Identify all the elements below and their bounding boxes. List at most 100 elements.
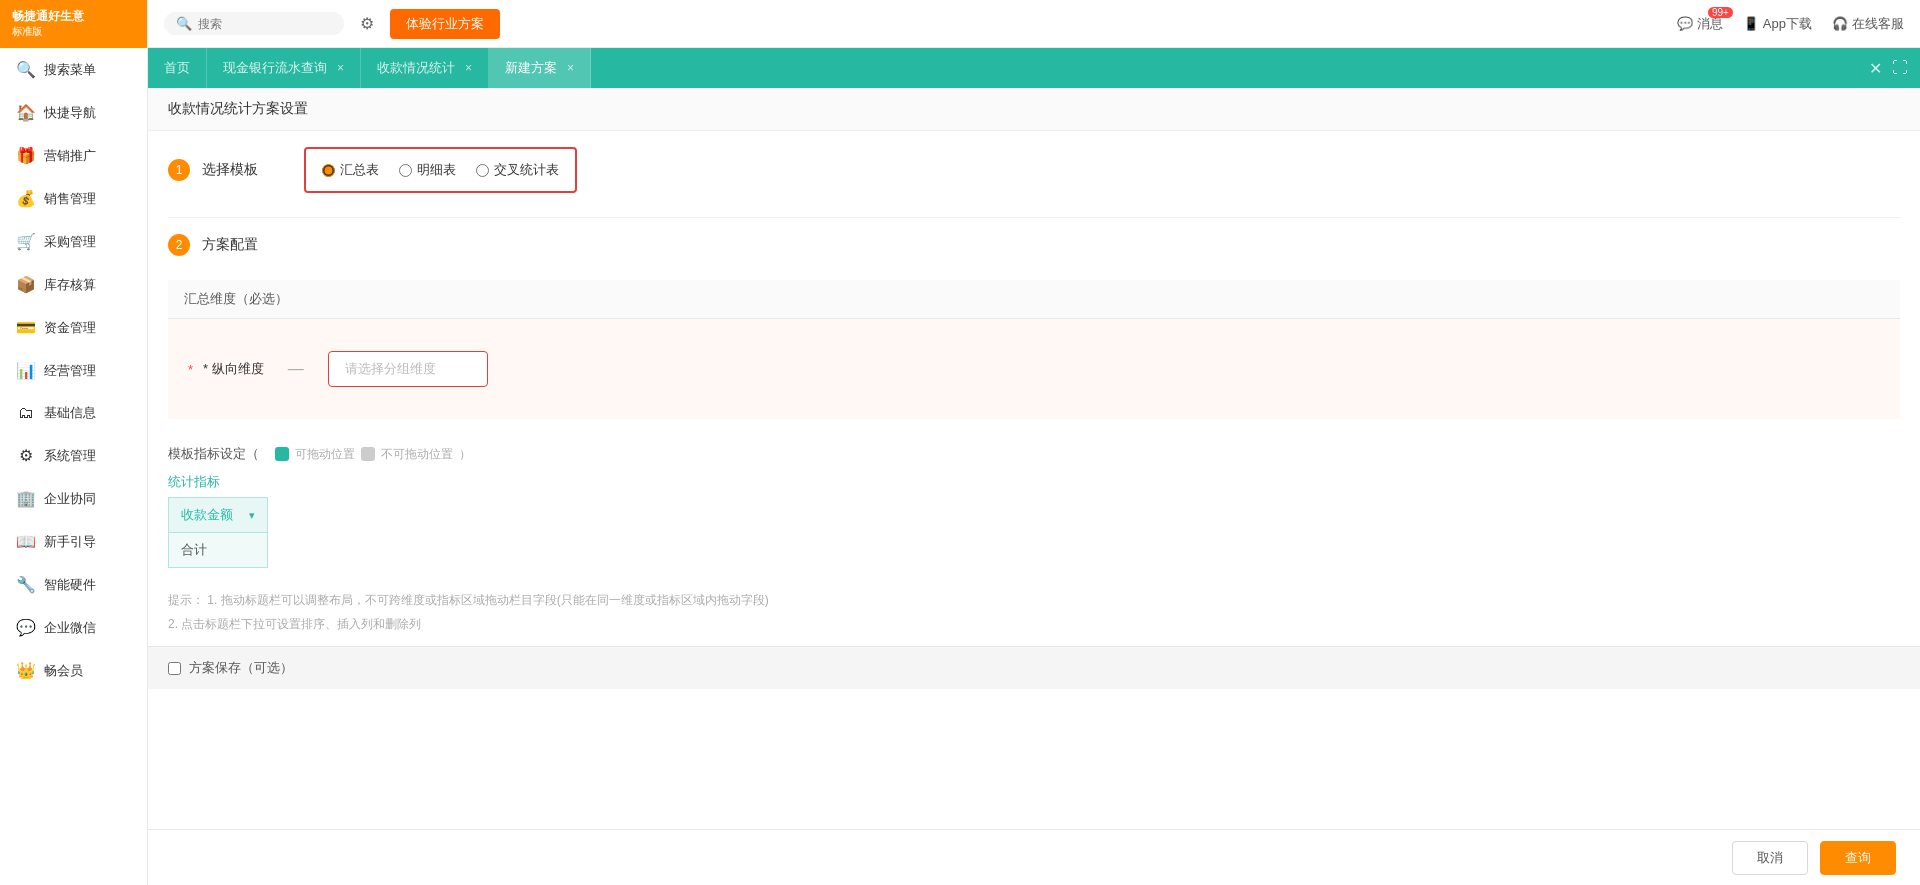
tab-stats-close[interactable]: ×: [465, 61, 472, 75]
cancel-button[interactable]: 取消: [1732, 841, 1808, 875]
tips-section: 提示： 1. 拖动标题栏可以调整布局，不可跨维度或指标区域拖动栏目字段(只能在同…: [148, 578, 1920, 646]
sales-icon: 💰: [16, 189, 36, 208]
sidebar-item-sales[interactable]: 💰 销售管理: [0, 177, 147, 220]
save-label: 方案保存（可选）: [189, 659, 293, 677]
template-summary-radio[interactable]: [322, 164, 335, 177]
topbar-right: 💬 消息 99+ 📱 App下载 🎧 在线客服: [1677, 15, 1904, 33]
metrics-section: 模板指标设定（ 可拖动位置 不可拖动位置 ） 统计指标 收款金额: [148, 435, 1920, 578]
vertical-dim-row: * * 纵向维度: [188, 360, 264, 378]
template-cross-radio[interactable]: [476, 164, 489, 177]
sidebar-item-enterprise[interactable]: 🏢 企业协同: [0, 477, 147, 520]
search-box[interactable]: 🔍: [164, 12, 344, 35]
save-checkbox[interactable]: [168, 662, 181, 675]
sidebar-item-system[interactable]: ⚙ 系统管理: [0, 434, 147, 477]
search-input[interactable]: [198, 17, 318, 31]
operations-icon: 📊: [16, 361, 36, 380]
dimension-drop-area: * * 纵向维度 — 请选择分组维度: [168, 319, 1900, 419]
non-draggable-label: 不可拖动位置: [381, 446, 453, 463]
dimension-title: 汇总维度（必选）: [184, 291, 288, 306]
template-detail-radio[interactable]: [399, 164, 412, 177]
search-menu-icon: 🔍: [16, 60, 36, 79]
gear-icon[interactable]: ⚙: [360, 14, 374, 33]
metrics-col-header[interactable]: 收款金额 ▾: [169, 498, 267, 533]
marketing-icon: 🎁: [16, 146, 36, 165]
sidebar-item-purchase[interactable]: 🛒 采购管理: [0, 220, 147, 263]
sidebar-item-member[interactable]: 👑 畅会员: [0, 649, 147, 692]
content-area: 收款情况统计方案设置 1 选择模板 汇总表 明细表: [148, 88, 1920, 829]
sidebar-item-basic-info[interactable]: 🗂 基础信息: [0, 392, 147, 434]
tab-home-label: 首页: [164, 59, 190, 77]
tab-bank-label: 现金银行流水查询: [223, 59, 327, 77]
template-cross[interactable]: 交叉统计表: [476, 161, 559, 179]
sidebar-item-label: 智能硬件: [44, 576, 96, 594]
sidebar-item-inventory[interactable]: 📦 库存核算: [0, 263, 147, 306]
logo-text: 畅捷通好生意: [12, 9, 84, 23]
tab-bank-close[interactable]: ×: [337, 61, 344, 75]
expand-tab-icon[interactable]: ⛶: [1892, 59, 1908, 77]
metrics-section-close: ）: [459, 446, 471, 463]
tips-title: 提示：: [168, 593, 204, 607]
tabbar: 首页 现金银行流水查询 × 收款情况统计 × 新建方案 × ✕ ⛶: [148, 48, 1920, 88]
template-detail[interactable]: 明细表: [399, 161, 456, 179]
tip1: 提示： 1. 拖动标题栏可以调整布局，不可跨维度或指标区域拖动栏目字段(只能在同…: [168, 588, 1900, 612]
purchase-icon: 🛒: [16, 232, 36, 251]
service-button[interactable]: 🎧 在线客服: [1832, 15, 1904, 33]
dimension-header: 汇总维度（必选）: [168, 280, 1900, 319]
message-button[interactable]: 💬 消息 99+: [1677, 15, 1723, 33]
sidebar-item-smart-hw[interactable]: 🔧 智能硬件: [0, 563, 147, 606]
tab-new-plan-label: 新建方案: [505, 59, 557, 77]
metrics-header-row: 模板指标设定（ 可拖动位置 不可拖动位置 ）: [168, 445, 1900, 463]
step2-title: 方案配置: [202, 236, 258, 254]
sidebar-item-beginner[interactable]: 📖 新手引导: [0, 520, 147, 563]
draggable-label: 可拖动位置: [295, 446, 355, 463]
template-summary[interactable]: 汇总表: [322, 161, 379, 179]
sidebar-item-label: 营销推广: [44, 147, 96, 165]
metrics-col-header-label: 收款金额: [181, 506, 233, 524]
page-title: 收款情况统计方案设置: [148, 88, 1920, 131]
service-label: 在线客服: [1852, 15, 1904, 33]
tab-bank[interactable]: 现金银行流水查询 ×: [207, 48, 361, 88]
member-icon: 👑: [16, 661, 36, 680]
template-summary-label: 汇总表: [340, 161, 379, 179]
metrics-stat-label: 统计指标: [168, 473, 1900, 491]
dimension-drop-box[interactable]: 请选择分组维度: [328, 351, 488, 387]
finance-icon: 💳: [16, 318, 36, 337]
tab-new-plan[interactable]: 新建方案 ×: [489, 48, 591, 88]
step2-section: 2 方案配置: [148, 218, 1920, 280]
query-button[interactable]: 查询: [1820, 841, 1896, 875]
step1-row: 1 选择模板 汇总表 明细表 交叉统计表: [168, 147, 1900, 193]
tab-stats[interactable]: 收款情况统计 ×: [361, 48, 489, 88]
beginner-icon: 📖: [16, 532, 36, 551]
vertical-dim-label: * 纵向维度: [203, 360, 264, 378]
sidebar-item-operations[interactable]: 📊 经营管理: [0, 349, 147, 392]
sidebar-item-label: 采购管理: [44, 233, 96, 251]
metrics-dropdown-icon[interactable]: ▾: [249, 509, 255, 522]
tab-home[interactable]: 首页: [148, 48, 207, 88]
topbar: 🔍 ⚙ 体验行业方案 💬 消息 99+ 📱 App下载 🎧 在线客服: [148, 0, 1920, 48]
tab-new-plan-close[interactable]: ×: [567, 61, 574, 75]
sidebar-item-label: 资金管理: [44, 319, 96, 337]
step1-section: 1 选择模板 汇总表 明细表 交叉统计表: [148, 131, 1920, 217]
sidebar-item-marketing[interactable]: 🎁 营销推广: [0, 134, 147, 177]
step2-row: 2 方案配置: [168, 234, 1900, 256]
main-area: 🔍 ⚙ 体验行业方案 💬 消息 99+ 📱 App下载 🎧 在线客服 首页: [148, 0, 1920, 885]
save-section: 方案保存（可选）: [148, 646, 1920, 689]
metrics-column-payment: 收款金额 ▾ 合计: [168, 497, 268, 568]
sidebar-item-finance[interactable]: 💳 资金管理: [0, 306, 147, 349]
sidebar: 畅捷通好生意 标准版 🔍 搜索菜单 🏠 快捷导航 🎁 营销推广 💰 销售管理 🛒…: [0, 0, 148, 885]
template-cross-label: 交叉统计表: [494, 161, 559, 179]
sidebar-item-label: 快捷导航: [44, 104, 96, 122]
sidebar-item-wechat[interactable]: 💬 企业微信: [0, 606, 147, 649]
sidebar-item-search-menu[interactable]: 🔍 搜索菜单: [0, 48, 147, 91]
drag-badge: [275, 447, 289, 461]
draggable-legend: 可拖动位置 不可拖动位置 ）: [275, 446, 471, 463]
metrics-grid: 收款金额 ▾ 合计: [168, 497, 1900, 568]
metrics-col-cell: 合计: [169, 533, 267, 567]
trial-button[interactable]: 体验行业方案: [390, 9, 500, 39]
required-star: *: [188, 362, 193, 377]
close-tab-icon[interactable]: ✕: [1869, 59, 1882, 78]
download-button[interactable]: 📱 App下载: [1743, 15, 1812, 33]
template-detail-label: 明细表: [417, 161, 456, 179]
sidebar-item-quick-nav[interactable]: 🏠 快捷导航: [0, 91, 147, 134]
system-icon: ⚙: [16, 446, 36, 465]
